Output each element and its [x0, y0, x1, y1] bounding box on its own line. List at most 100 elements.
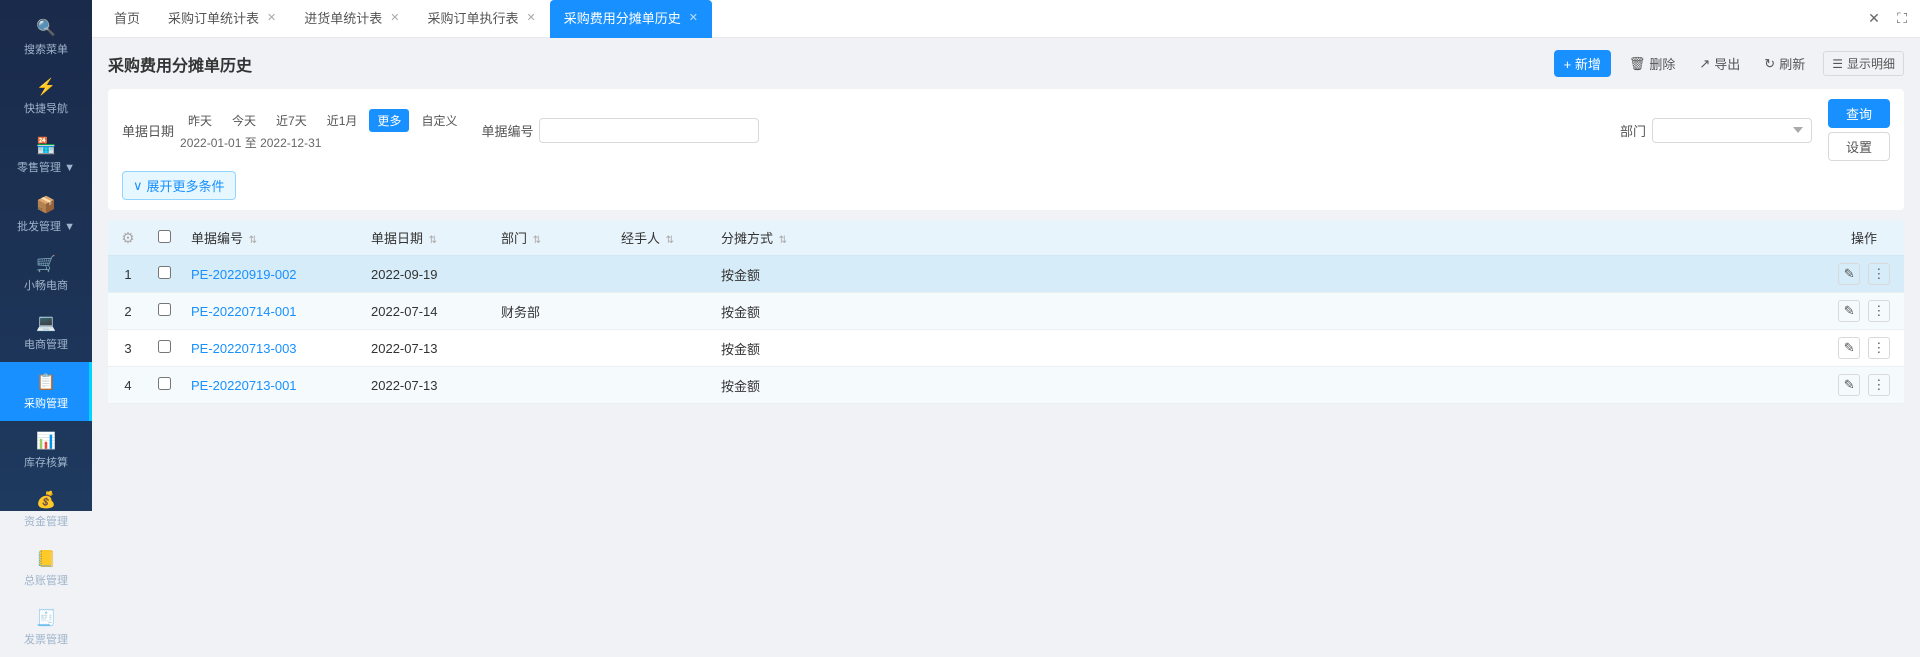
edit-icon-3[interactable]: ✎ [1838, 374, 1860, 396]
sidebar-label-ecom: 电商管理 [4, 336, 88, 352]
tab-purchase-order-exec[interactable]: 采购订单执行表 ✕ [413, 0, 549, 38]
row-checkbox-1[interactable] [158, 303, 171, 316]
sno-input[interactable] [539, 118, 759, 143]
tab-inbound-stats[interactable]: 进货单统计表✕ [290, 0, 413, 38]
maximize-btn[interactable]: ⛶ [1892, 9, 1912, 29]
tab-label-purchase-order-exec: 采购订单执行表 [427, 8, 518, 27]
th-sno[interactable]: 单据编号 ⇅ [181, 220, 361, 256]
content-area: 采购费用分摊单历史 + 新增 🗑 删除 ↗ 导出 ↻ 刷新 ☰ 显示明细 [92, 38, 1920, 511]
date-btn-4[interactable]: 更多 [369, 109, 409, 132]
tab-purchase-cost-history[interactable]: 采购费用分摊单历史 ✕ [550, 0, 712, 38]
sidebar-icon-capital: 💰 [4, 490, 88, 510]
sidebar-label-inventory: 库存核算 [4, 454, 88, 470]
delete-btn[interactable]: 🗑 删除 [1623, 50, 1682, 77]
cell-no-3: 4 [108, 367, 148, 404]
tab-purchase-order-stats[interactable]: 采购订单统计表✕ [154, 0, 290, 38]
sidebar-item-ecom-small[interactable]: 🛒小畅电商 [0, 244, 92, 303]
select-all-checkbox[interactable] [158, 230, 171, 243]
sidebar-item-inventory[interactable]: 📊 库存核算 [0, 421, 92, 480]
cell-split-0: 按金额 [711, 256, 1824, 293]
cell-sno-1: PE-20220714-001 [181, 293, 361, 330]
th-dept[interactable]: 部门 ⇅ [491, 220, 611, 256]
th-sno-label: 单据编号 [191, 231, 243, 246]
query-btn[interactable]: 查询 [1828, 99, 1890, 128]
more-icon-2[interactable]: ⋮ [1868, 337, 1890, 359]
sidebar-item-ecom[interactable]: 💻 电商管理 [0, 303, 92, 362]
expand-btn[interactable]: ∨ 展开更多条件 [122, 171, 236, 200]
filter-dept: 部门 财务部 [1620, 118, 1812, 143]
th-date[interactable]: 单据日期 ⇅ [361, 220, 491, 256]
columns-icon: ☰ [1832, 57, 1843, 71]
cell-no-1: 2 [108, 293, 148, 330]
more-icon-1[interactable]: ⋮ [1868, 300, 1890, 322]
show-columns-btn[interactable]: ☰ 显示明细 [1823, 51, 1904, 76]
cell-handler-3 [611, 367, 711, 404]
sidebar-item-invoice[interactable]: 🧾发票管理 [0, 598, 92, 657]
sidebar-item-search[interactable]: 🔍搜索菜单 [0, 8, 92, 67]
cell-dept-2 [491, 330, 611, 367]
tab-label-purchase-cost-history: 采购费用分摊单历史 [564, 8, 681, 27]
sno-link-0[interactable]: PE-20220919-002 [191, 267, 297, 282]
row-checkbox-3[interactable] [158, 377, 171, 390]
date-btn-5[interactable]: 自定义 [413, 109, 465, 132]
close-window-btn[interactable]: ✕ [1864, 9, 1884, 29]
page-title: 采购费用分摊单历史 [108, 52, 252, 76]
tab-close-inbound-stats[interactable]: ✕ [390, 11, 399, 24]
sidebar-icon-inventory: 📊 [4, 431, 88, 451]
gear-icon[interactable]: ⚙ [121, 230, 134, 247]
th-gear: ⚙ [108, 220, 148, 256]
th-split[interactable]: 分摊方式 ⇅ [711, 220, 1824, 256]
sidebar-label-ledger: 总账管理 [4, 572, 88, 588]
sidebar-icon-ecom: 💻 [4, 313, 88, 333]
sidebar-label-ecom-small: 小畅电商 [4, 277, 88, 293]
sidebar-item-ledger[interactable]: 📒总账管理 [0, 539, 92, 598]
th-check [148, 220, 181, 256]
date-btn-2[interactable]: 近7天 [268, 109, 315, 132]
sidebar-item-capital[interactable]: 💰资金管理 [0, 480, 92, 539]
export-btn[interactable]: ↗ 导出 [1693, 50, 1746, 77]
cell-check-3 [148, 367, 181, 404]
delete-icon: 🗑 [1629, 56, 1646, 72]
sidebar-item-retail[interactable]: 🏪零售管理 ▼ [0, 126, 92, 185]
edit-icon-2[interactable]: ✎ [1838, 337, 1860, 359]
table-row: 3 PE-20220713-003 2022-07-13 按金额 ✎ ⋮ [108, 330, 1904, 367]
settings-btn[interactable]: 设置 [1828, 132, 1890, 161]
edit-icon-0[interactable]: ✎ [1838, 263, 1860, 285]
tab-close-purchase-order-exec[interactable]: ✕ [527, 11, 536, 24]
sidebar-item-shortcut[interactable]: ⚡快捷导航 [0, 67, 92, 126]
th-ops: 操作 [1824, 220, 1904, 256]
row-checkbox-2[interactable] [158, 340, 171, 353]
filter-area: 单据日期 昨天今天近7天近1月更多自定义 2022-01-01 至 2022-1… [108, 89, 1904, 210]
cell-date-3: 2022-07-13 [361, 367, 491, 404]
refresh-btn[interactable]: ↻ 刷新 [1758, 50, 1811, 77]
tab-close-purchase-cost-history[interactable]: ✕ [689, 11, 698, 24]
sidebar-item-wholesale[interactable]: 📦批发管理 ▼ [0, 185, 92, 244]
sno-link-1[interactable]: PE-20220714-001 [191, 304, 297, 319]
tab-close-purchase-order-stats[interactable]: ✕ [267, 11, 276, 24]
row-checkbox-0[interactable] [158, 266, 171, 279]
cell-check-2 [148, 330, 181, 367]
date-label: 单据日期 [122, 121, 174, 140]
edit-icon-1[interactable]: ✎ [1838, 300, 1860, 322]
date-btn-1[interactable]: 今天 [224, 109, 264, 132]
more-icon-0[interactable]: ⋮ [1868, 263, 1890, 285]
cell-sno-2: PE-20220713-003 [181, 330, 361, 367]
more-icon-3[interactable]: ⋮ [1868, 374, 1890, 396]
sno-link-3[interactable]: PE-20220713-001 [191, 378, 297, 393]
cell-handler-0 [611, 256, 711, 293]
tab-home[interactable]: 首页 [100, 0, 154, 38]
cell-ops-3: ✎ ⋮ [1824, 367, 1904, 404]
sno-link-2[interactable]: PE-20220713-003 [191, 341, 297, 356]
dept-select[interactable]: 财务部 [1652, 118, 1812, 143]
date-btn-0[interactable]: 昨天 [180, 109, 220, 132]
add-btn[interactable]: + 新增 [1554, 50, 1611, 77]
sidebar-item-purchase[interactable]: 📋采购管理 [0, 362, 92, 421]
table-row: 4 PE-20220713-001 2022-07-13 按金额 ✎ ⋮ [108, 367, 1904, 404]
th-handler[interactable]: 经手人 ⇅ [611, 220, 711, 256]
date-btn-3[interactable]: 近1月 [319, 109, 366, 132]
cell-sno-3: PE-20220713-001 [181, 367, 361, 404]
page-header: 采购费用分摊单历史 + 新增 🗑 删除 ↗ 导出 ↻ 刷新 ☰ 显示明细 [108, 50, 1904, 77]
expand-row: ∨ 展开更多条件 [122, 165, 1890, 200]
table-body: 1 PE-20220919-002 2022-09-19 按金额 ✎ ⋮ 2 P… [108, 256, 1904, 404]
date-shortcuts: 昨天今天近7天近1月更多自定义 [180, 109, 465, 132]
